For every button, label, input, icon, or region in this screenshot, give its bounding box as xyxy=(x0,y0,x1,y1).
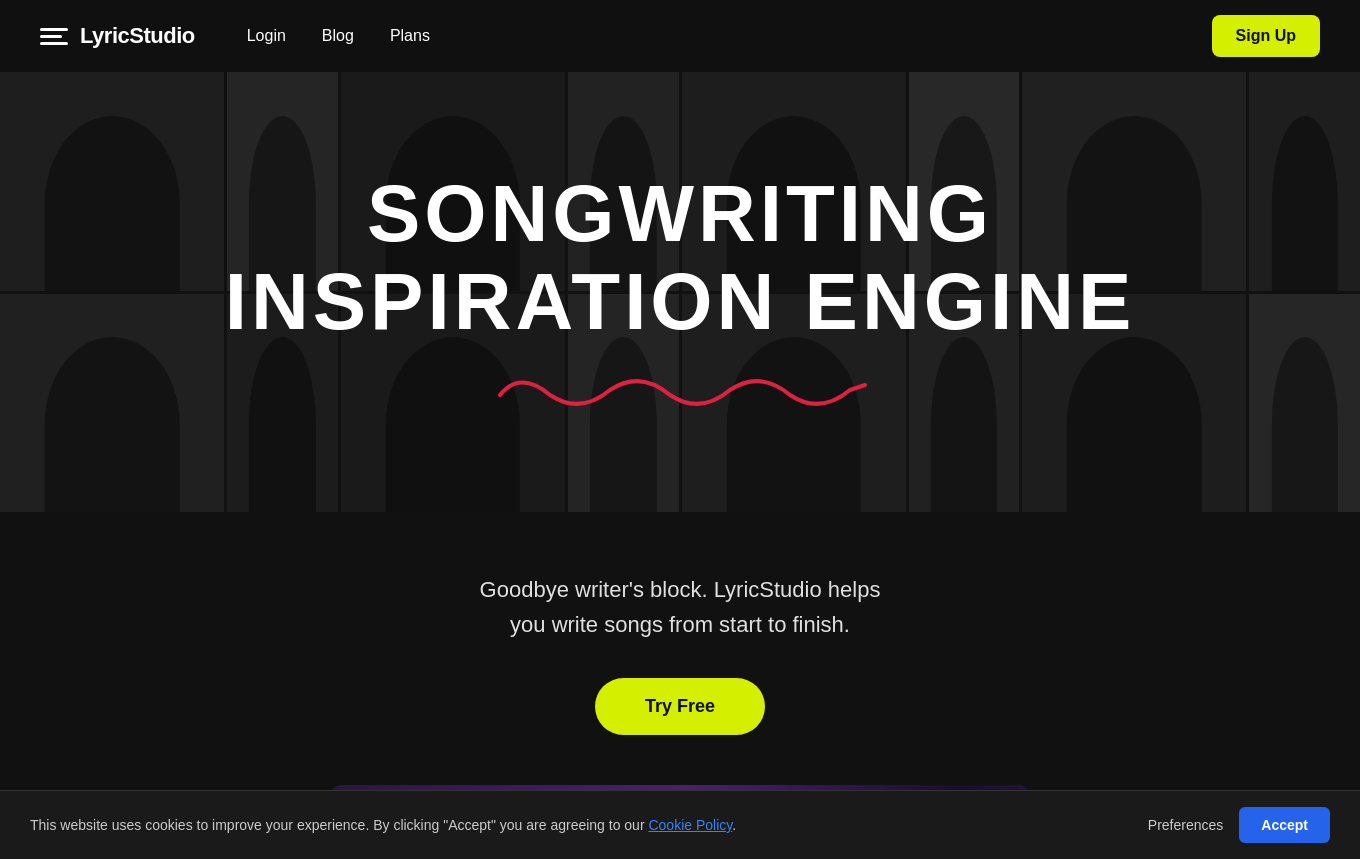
cookie-actions: Preferences Accept xyxy=(1148,807,1330,843)
nav-link-login[interactable]: Login xyxy=(247,27,286,45)
cookie-banner: This website uses cookies to improve you… xyxy=(0,790,1360,859)
hero-text-overlay: SONGWRITING INSPIRATION ENGINE xyxy=(0,174,1360,410)
cookie-period: . xyxy=(732,817,736,833)
nav-links: Login Blog Plans xyxy=(247,27,430,45)
navigation: LyricStudio Login Blog Plans Sign Up xyxy=(0,0,1360,72)
subtitle-line1: Goodbye writer's block. LyricStudio help… xyxy=(480,577,881,602)
accept-button[interactable]: Accept xyxy=(1239,807,1330,843)
signup-button[interactable]: Sign Up xyxy=(1212,15,1320,57)
try-free-button[interactable]: Try Free xyxy=(595,678,765,735)
nav-link-blog[interactable]: Blog xyxy=(322,27,354,45)
cookie-policy-link[interactable]: Cookie Policy xyxy=(648,817,732,833)
hero-title-line1: SONGWRITING xyxy=(0,174,1360,254)
subtitle-section: Goodbye writer's block. LyricStudio help… xyxy=(0,512,1360,785)
squiggle-decoration xyxy=(490,360,870,410)
preferences-button[interactable]: Preferences xyxy=(1148,817,1223,833)
subtitle-line2: you write songs from start to finish. xyxy=(510,612,850,637)
subtitle-text: Goodbye writer's block. LyricStudio help… xyxy=(400,572,960,642)
hero-title-line2: INSPIRATION ENGINE xyxy=(0,262,1360,342)
logo-text: LyricStudio xyxy=(80,23,195,49)
nav-link-plans[interactable]: Plans xyxy=(390,27,430,45)
hero-grid: SONGWRITING INSPIRATION ENGINE xyxy=(0,72,1360,512)
cookie-message: This website uses cookies to improve you… xyxy=(30,817,648,833)
cookie-text: This website uses cookies to improve you… xyxy=(30,817,1148,833)
nav-left: LyricStudio Login Blog Plans xyxy=(40,23,430,49)
logo-icon xyxy=(40,28,68,45)
